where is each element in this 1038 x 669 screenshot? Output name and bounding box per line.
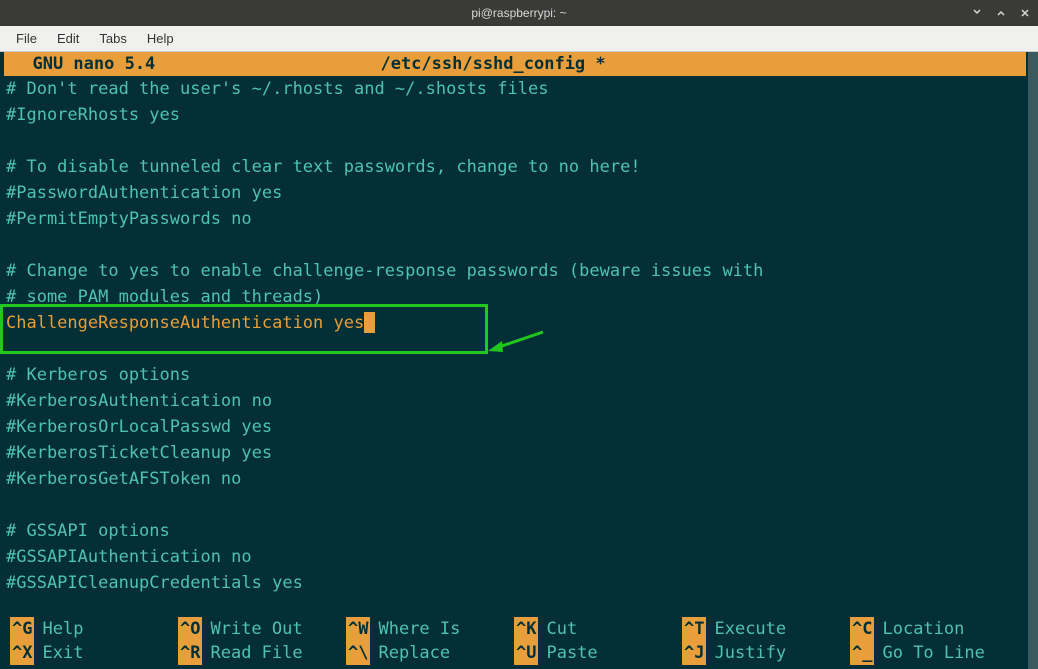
menu-edit[interactable]: Edit (47, 27, 89, 50)
code-line (6, 492, 1024, 518)
code-line: # GSSAPI options (6, 518, 1024, 544)
key-location: ^C (850, 617, 874, 641)
editor-content[interactable]: # Don't read the user's ~/.rhosts and ~/… (4, 76, 1026, 596)
code-line-active: ChallengeResponseAuthentication yes (6, 310, 1024, 336)
window-title: pi@raspberrypi: ~ (471, 6, 566, 20)
label-help: Help (42, 617, 83, 641)
code-line (6, 232, 1024, 258)
text-cursor (364, 312, 375, 333)
code-line: # To disable tunneled clear text passwor… (6, 154, 1024, 180)
shortcut-row: ^G Help ^O Write Out ^W Where Is ^K Cut ^T Ex… (10, 617, 1020, 641)
label-goto: Go To Line (882, 641, 984, 665)
code-line: #GSSAPIAuthentication no (6, 544, 1024, 570)
key-whereis: ^W (346, 617, 370, 641)
label-cut: Cut (546, 617, 577, 641)
nano-filename: /etc/ssh/sshd_config * (380, 54, 605, 74)
menu-bar: File Edit Tabs Help (0, 26, 1038, 52)
code-line: #KerberosAuthentication no (6, 388, 1024, 414)
key-cut: ^K (514, 617, 538, 641)
close-button[interactable] (1018, 6, 1032, 20)
label-writeout: Write Out (210, 617, 302, 641)
nano-app-name: GNU nano 5.4 (12, 54, 155, 74)
label-execute: Execute (714, 617, 786, 641)
code-line: #GSSAPICleanupCredentials yes (6, 570, 1024, 596)
nano-titlebar: GNU nano 5.4 /etc/ssh/sshd_config * (4, 52, 1026, 76)
key-readfile: ^R (178, 641, 202, 665)
code-line: #KerberosGetAFSToken no (6, 466, 1024, 492)
code-line: # Don't read the user's ~/.rhosts and ~/… (6, 76, 1024, 102)
active-text: ChallengeResponseAuthentication yes (6, 313, 364, 333)
key-goto: ^_ (850, 641, 874, 665)
nano-shortcut-bar: ^G Help ^O Write Out ^W Where Is ^K Cut ^T Ex… (4, 617, 1026, 669)
code-line: #KerberosTicketCleanup yes (6, 440, 1024, 466)
key-justify: ^J (682, 641, 706, 665)
scrollbar-thumb[interactable] (1028, 52, 1038, 669)
key-writeout: ^O (178, 617, 202, 641)
menu-help[interactable]: Help (137, 27, 184, 50)
code-line (6, 336, 1024, 362)
label-whereis: Where Is (378, 617, 460, 641)
code-line: #IgnoreRhosts yes (6, 102, 1024, 128)
menu-file[interactable]: File (6, 27, 47, 50)
code-line: #PasswordAuthentication yes (6, 180, 1024, 206)
code-line: #KerberosOrLocalPasswd yes (6, 414, 1024, 440)
maximize-button[interactable] (994, 6, 1008, 20)
shortcut-row: ^X Exit ^R Read File ^\ Replace ^U Paste ^J J… (10, 641, 1020, 665)
key-paste: ^U (514, 641, 538, 665)
code-line: # Change to yes to enable challenge-resp… (6, 258, 1024, 284)
minimize-button[interactable] (970, 6, 984, 20)
label-readfile: Read File (210, 641, 302, 665)
label-exit: Exit (42, 641, 83, 665)
code-line: # Kerberos options (6, 362, 1024, 388)
code-line (6, 128, 1024, 154)
code-line: # some PAM modules and threads) (6, 284, 1024, 310)
label-location: Location (882, 617, 964, 641)
key-replace: ^\ (346, 641, 370, 665)
label-justify: Justify (714, 641, 786, 665)
key-execute: ^T (682, 617, 706, 641)
label-paste: Paste (546, 641, 597, 665)
menu-tabs[interactable]: Tabs (89, 27, 136, 50)
key-exit: ^X (10, 641, 34, 665)
code-line: #PermitEmptyPasswords no (6, 206, 1024, 232)
label-replace: Replace (378, 641, 450, 665)
key-help: ^G (10, 617, 34, 641)
terminal-scrollbar[interactable] (1028, 52, 1038, 669)
window-titlebar: pi@raspberrypi: ~ (0, 0, 1038, 26)
terminal-area[interactable]: GNU nano 5.4 /etc/ssh/sshd_config * # Do… (0, 52, 1038, 669)
